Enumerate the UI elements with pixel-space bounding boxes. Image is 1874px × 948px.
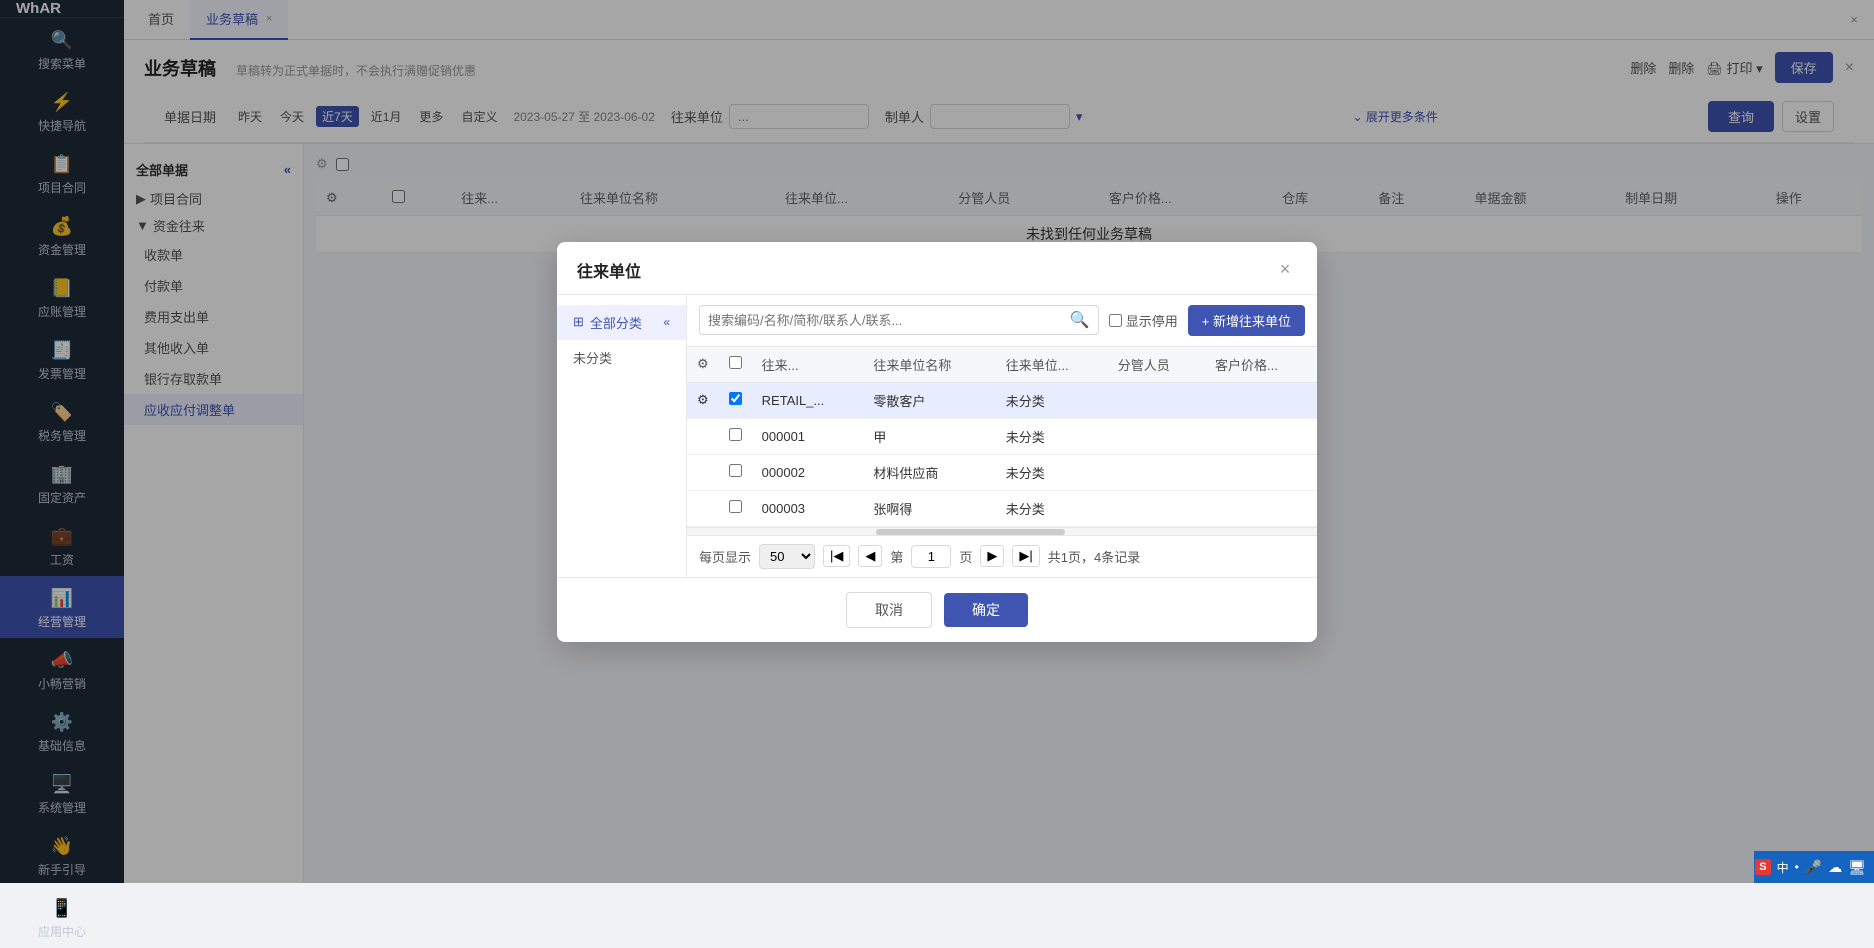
search-icon: 🔍 (1070, 310, 1090, 330)
row-checkbox-3[interactable] (719, 454, 752, 490)
show-disabled-toggle[interactable]: 显示停用 (1109, 311, 1178, 330)
row-name-4: 张啊得 (863, 490, 995, 526)
cancel-button[interactable]: 取消 (846, 592, 932, 628)
page-number-input[interactable] (911, 545, 951, 568)
row-price-2 (1205, 418, 1317, 454)
dialog-title: 往来单位 (577, 258, 641, 282)
page-prev-btn[interactable]: ◀ (858, 545, 882, 567)
dialog-collapse-btn[interactable]: « (663, 315, 670, 329)
row-settings-3 (687, 454, 719, 490)
row-category-2: 未分类 (996, 418, 1108, 454)
row-code-4: 000003 (752, 490, 864, 526)
table-row[interactable]: 000001 甲 未分类 (687, 418, 1317, 454)
taskbar-monitor-icon[interactable]: 🖥 (1848, 859, 1866, 876)
grid-icon: ⊞ (573, 314, 584, 330)
row-manager-3 (1108, 454, 1205, 490)
row-manager-2 (1108, 418, 1205, 454)
row-category-4: 未分类 (996, 490, 1108, 526)
row-name-2: 甲 (863, 418, 995, 454)
dth-settings: ⚙ (687, 347, 719, 383)
dialog-body: ⊞ 全部分类 « 未分类 🔍 显示停 (557, 295, 1317, 577)
add-unit-button[interactable]: + 新增往来单位 (1188, 305, 1305, 336)
taskbar: S 中 • 🎤 ☁ 🖥 (1754, 851, 1874, 883)
taskbar-mic-icon[interactable]: 🎤 (1805, 859, 1822, 876)
total-records-label: 共1页，4条记录 (1048, 547, 1140, 566)
taskbar-s-icon: S (1755, 859, 1770, 875)
dth-code: 往来... (752, 347, 864, 383)
dialog-scrollbar[interactable] (687, 527, 1317, 535)
row-settings-4 (687, 490, 719, 526)
dialog-table: ⚙ 往来... 往来单位名称 往来单位... 分管人员 客户价格... (687, 347, 1317, 527)
apps-icon: 📱 (51, 898, 73, 919)
table-row[interactable]: ⚙ RETAIL_... 零散客户 未分类 (687, 382, 1317, 418)
dth-category: 往来单位... (996, 347, 1108, 383)
table-row[interactable]: 000002 材料供应商 未分类 (687, 454, 1317, 490)
dialog-toolbar: 🔍 显示停用 + 新增往来单位 (687, 295, 1317, 347)
row-settings-1: ⚙ (687, 382, 719, 418)
dialog-cat-all[interactable]: ⊞ 全部分类 « (557, 305, 686, 340)
dialog-right-panel: 🔍 显示停用 + 新增往来单位 ⚙ (687, 295, 1317, 577)
row-price-1 (1205, 382, 1317, 418)
row-category-3: 未分类 (996, 454, 1108, 490)
dialog-unclassified[interactable]: 未分类 (557, 340, 686, 375)
per-page-select[interactable]: 50 20 100 (759, 544, 815, 569)
sidebar-item-label: 应用中心 (38, 923, 86, 940)
row-checkbox-4[interactable] (719, 490, 752, 526)
dialog-header: 往来单位 × (557, 242, 1317, 295)
dialog-left-panel: ⊞ 全部分类 « 未分类 (557, 295, 687, 577)
dialog-search-wrap[interactable]: 🔍 (699, 305, 1099, 335)
row-category-1: 未分类 (996, 382, 1108, 418)
dth-price: 客户价格... (1205, 347, 1317, 383)
row-settings-2 (687, 418, 719, 454)
row-manager-4 (1108, 490, 1205, 526)
dialog-search-input[interactable] (708, 313, 1064, 328)
dialog-close-btn[interactable]: × (1273, 258, 1297, 282)
sidebar-item-apps[interactable]: 📱 应用中心 (0, 886, 124, 948)
dialog-scrollbar-thumb (876, 529, 1065, 535)
row-name-3: 材料供应商 (863, 454, 995, 490)
row-code-1: RETAIL_... (752, 382, 864, 418)
table-row[interactable]: 000003 张啊得 未分类 (687, 490, 1317, 526)
dialog-table-header: ⚙ 往来... 往来单位名称 往来单位... 分管人员 客户价格... (687, 347, 1317, 383)
taskbar-input-icon[interactable]: 中 (1777, 859, 1789, 876)
unit-dialog: 往来单位 × ⊞ 全部分类 « 未分类 (557, 242, 1317, 642)
page-last-btn[interactable]: ▶| (1012, 545, 1039, 567)
row-price-3 (1205, 454, 1317, 490)
row-manager-1 (1108, 382, 1205, 418)
dth-select-all[interactable] (729, 356, 742, 369)
page-num-prefix: 第 (890, 547, 903, 566)
row-checkbox-1[interactable] (719, 382, 752, 418)
taskbar-dot-icon: • (1795, 860, 1799, 874)
dialog-pagination: 每页显示 50 20 100 |◀ ◀ 第 页 ▶ ▶| 共1页，4条记录 (687, 535, 1317, 577)
dth-name: 往来单位名称 (863, 347, 995, 383)
row-name-1: 零散客户 (863, 382, 995, 418)
row-price-4 (1205, 490, 1317, 526)
dth-select (719, 347, 752, 383)
dth-manager: 分管人员 (1108, 347, 1205, 383)
row-code-3: 000002 (752, 454, 864, 490)
dialog-actions: 取消 确定 (557, 577, 1317, 642)
page-next-btn[interactable]: ▶ (980, 545, 1004, 567)
confirm-button[interactable]: 确定 (944, 593, 1028, 627)
dialog-overlay: 往来单位 × ⊞ 全部分类 « 未分类 (0, 0, 1874, 883)
per-page-label: 每页显示 (699, 547, 751, 566)
dialog-table-wrap: ⚙ 往来... 往来单位名称 往来单位... 分管人员 客户价格... (687, 347, 1317, 527)
taskbar-cloud-icon[interactable]: ☁ (1828, 859, 1842, 876)
show-disabled-checkbox[interactable] (1109, 314, 1122, 327)
page-first-btn[interactable]: |◀ (823, 545, 850, 567)
row-code-2: 000001 (752, 418, 864, 454)
row-checkbox-2[interactable] (719, 418, 752, 454)
page-unit: 页 (959, 547, 972, 566)
